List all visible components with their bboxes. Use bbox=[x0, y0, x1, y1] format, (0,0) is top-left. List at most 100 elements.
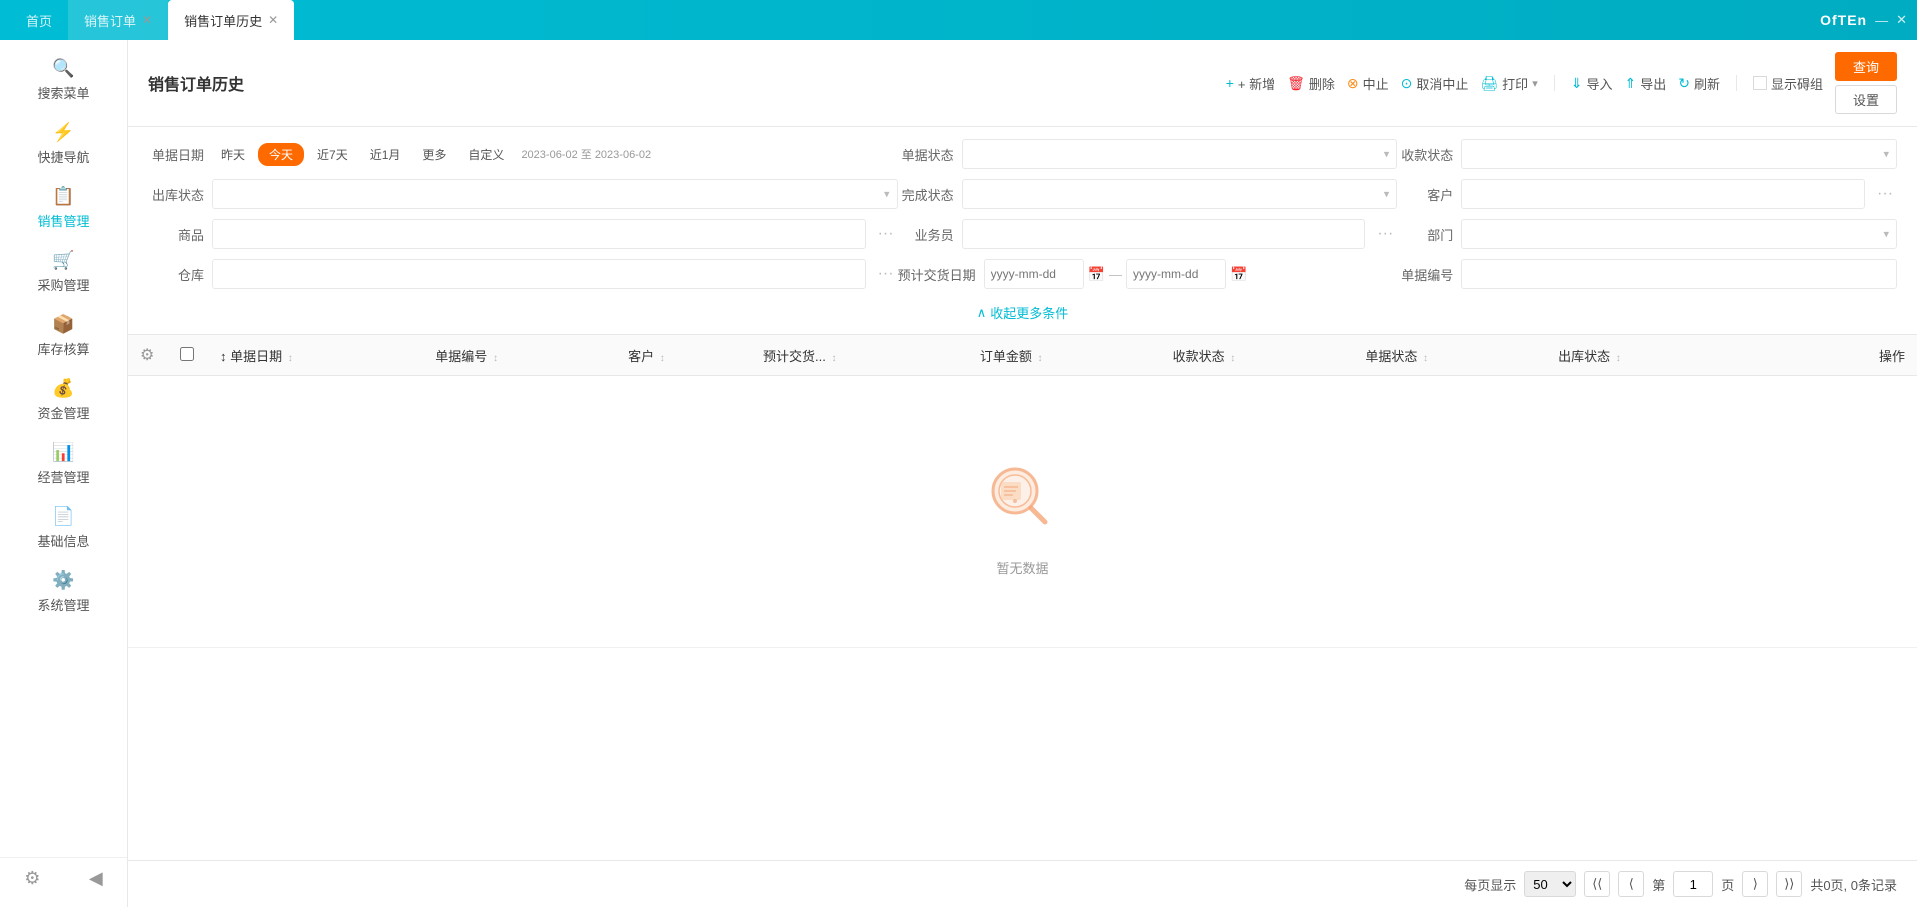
cancel-stop-icon: ⊙ bbox=[1401, 75, 1413, 92]
window-minimize[interactable]: — bbox=[1875, 13, 1888, 28]
table-settings-icon[interactable]: ⚙ bbox=[140, 347, 154, 364]
warehouse-status-label: 出库状态 bbox=[148, 185, 204, 204]
last-page-btn[interactable]: ⟩⟩ bbox=[1776, 871, 1802, 897]
sidebar-item-operation-mgmt[interactable]: 📊 经营管理 bbox=[0, 432, 127, 496]
per-page-select[interactable]: 50 10 20 100 bbox=[1524, 871, 1576, 897]
goods-ellipsis[interactable]: ··· bbox=[874, 225, 898, 243]
calendar-from-icon[interactable]: 📅 bbox=[1088, 266, 1105, 283]
delete-button[interactable]: 🗑 删除 bbox=[1287, 74, 1335, 93]
first-page-btn[interactable]: ⟨⟨ bbox=[1584, 871, 1610, 897]
date-tag-1month[interactable]: 近1月 bbox=[361, 143, 410, 166]
settings-button[interactable]: 设置 bbox=[1835, 85, 1897, 114]
select-all-checkbox[interactable] bbox=[180, 347, 194, 361]
capital-mgmt-icon: 💰 bbox=[52, 378, 74, 399]
customer-ellipsis[interactable]: ··· bbox=[1873, 185, 1897, 203]
window-close[interactable]: ✕ bbox=[1896, 12, 1907, 28]
date-tag-yesterday[interactable]: 昨天 bbox=[212, 143, 254, 166]
doc-status-sort: ↕ bbox=[1423, 353, 1428, 364]
sidebar-item-sales-mgmt[interactable]: 📋 销售管理 bbox=[0, 176, 127, 240]
department-select[interactable] bbox=[1461, 219, 1897, 249]
sidebar-item-capital-mgmt[interactable]: 💰 资金管理 bbox=[0, 368, 127, 432]
customer-sort: ↕ bbox=[660, 353, 665, 364]
filter-department: 部门 ▾ bbox=[1397, 219, 1897, 249]
filter-row-2: 出库状态 ▾ 完成状态 ▾ bbox=[148, 179, 1897, 209]
tab-sales-order[interactable]: 销售订单 ✕ bbox=[68, 0, 168, 40]
customer-input[interactable] bbox=[1461, 179, 1865, 209]
doc-status-label: 单据状态 bbox=[898, 145, 954, 164]
quick-nav-icon: ⚡ bbox=[52, 122, 74, 143]
sidebar-collapse-btn[interactable]: ◀ bbox=[89, 868, 103, 889]
data-table: ⚙ ↕ 单据日期 ↕ 单据编号 ↕ bbox=[128, 335, 1917, 648]
collapse-label: 收起更多条件 bbox=[990, 303, 1068, 322]
import-button[interactable]: ⇓ 导入 bbox=[1571, 74, 1613, 93]
receipt-status-select[interactable] bbox=[1461, 139, 1897, 169]
col-doc-status[interactable]: 单据状态 ↕ bbox=[1353, 335, 1546, 376]
col-receipt-status[interactable]: 收款状态 ↕ bbox=[1161, 335, 1354, 376]
calendar-to-icon[interactable]: 📅 bbox=[1230, 266, 1247, 283]
sidebar-item-system-mgmt[interactable]: ⚙️ 系统管理 bbox=[0, 560, 127, 624]
date-label: 单据日期 bbox=[148, 145, 204, 164]
col-doc-number[interactable]: 单据编号 ↕ bbox=[423, 335, 616, 376]
date-tag-more[interactable]: 更多 bbox=[413, 143, 455, 166]
tab-sales-order-history[interactable]: 销售订单历史 ✕ bbox=[168, 0, 294, 40]
expected-date-from[interactable] bbox=[984, 259, 1084, 289]
sidebar-bottom: ⚙ ◀ bbox=[0, 857, 127, 899]
collapse-button[interactable]: ∧ 收起更多条件 bbox=[148, 299, 1897, 326]
salesperson-input[interactable] bbox=[962, 219, 1366, 249]
purchase-mgmt-icon: 🛒 bbox=[52, 250, 74, 271]
col-operation: 操作 bbox=[1739, 335, 1917, 376]
new-button[interactable]: + + 新增 bbox=[1226, 74, 1275, 93]
sidebar-label-system-mgmt: 系统管理 bbox=[37, 595, 89, 614]
salesperson-ellipsis[interactable]: ··· bbox=[1373, 225, 1397, 243]
department-label: 部门 bbox=[1397, 225, 1453, 244]
sidebar: 🔍 搜索菜单 ⚡ 快捷导航 📋 销售管理 🛒 采购管理 📦 库存核算 💰 资金管… bbox=[0, 40, 128, 907]
date-tag-today[interactable]: 今天 bbox=[258, 143, 304, 166]
date-tag-custom[interactable]: 自定义 bbox=[459, 143, 513, 166]
warehouse-ellipsis[interactable]: ··· bbox=[874, 265, 898, 283]
page-input[interactable] bbox=[1673, 871, 1713, 897]
doc-number-input[interactable] bbox=[1461, 259, 1897, 289]
cancel-stop-button[interactable]: ⊙ 取消中止 bbox=[1401, 74, 1469, 93]
print-dropdown-icon: ▾ bbox=[1532, 77, 1538, 90]
doc-status-select[interactable] bbox=[962, 139, 1398, 169]
date-range-display: 2023-06-02 至 2023-06-02 bbox=[521, 146, 651, 162]
brand-name: OfTEn bbox=[1820, 12, 1867, 28]
expected-date-label: 预计交货日期 bbox=[898, 265, 976, 284]
col-customer[interactable]: 客户 ↕ bbox=[616, 335, 751, 376]
expected-date-to[interactable] bbox=[1126, 259, 1226, 289]
sidebar-item-purchase-mgmt[interactable]: 🛒 采购管理 bbox=[0, 240, 127, 304]
date-tag-7days[interactable]: 近7天 bbox=[308, 143, 357, 166]
refresh-button[interactable]: ↻ 刷新 bbox=[1678, 74, 1720, 93]
sidebar-settings-btn[interactable]: ⚙ bbox=[24, 868, 40, 889]
stop-button[interactable]: ⊗ 中止 bbox=[1347, 74, 1389, 93]
sidebar-item-basic-info[interactable]: 📄 基础信息 bbox=[0, 496, 127, 560]
col-doc-date[interactable]: ↕ 单据日期 ↕ bbox=[208, 335, 423, 376]
content-area: 销售订单历史 + + 新增 🗑 删除 ⊗ 中止 ⊙ 取消中止 bbox=[128, 40, 1917, 907]
sidebar-item-inventory[interactable]: 📦 库存核算 bbox=[0, 304, 127, 368]
display-cols-toggle[interactable]: 显示碍组 bbox=[1753, 74, 1823, 93]
chevron-up-icon: ∧ bbox=[977, 305, 987, 321]
prev-page-btn[interactable]: ⟨ bbox=[1618, 871, 1644, 897]
tab-close-sales-order[interactable]: ✕ bbox=[142, 13, 152, 27]
print-button[interactable]: 🖨 打印 ▾ bbox=[1480, 74, 1537, 93]
complete-status-select[interactable] bbox=[962, 179, 1398, 209]
col-order-amount[interactable]: 订单金额 ↕ bbox=[968, 335, 1161, 376]
tab-home[interactable]: 首页 bbox=[10, 0, 68, 40]
warehouse-status-select[interactable] bbox=[212, 179, 898, 209]
col-expected-delivery[interactable]: 预计交货... ↕ bbox=[751, 335, 968, 376]
sidebar-item-search-menu[interactable]: 🔍 搜索菜单 bbox=[0, 48, 127, 112]
stop-icon: ⊗ bbox=[1347, 75, 1359, 92]
warehouse-status-select-wrapper: ▾ bbox=[212, 179, 898, 209]
sidebar-item-quick-nav[interactable]: ⚡ 快捷导航 bbox=[0, 112, 127, 176]
goods-input[interactable] bbox=[212, 219, 866, 249]
export-button[interactable]: ⇑ 导出 bbox=[1624, 74, 1666, 93]
main-layout: 🔍 搜索菜单 ⚡ 快捷导航 📋 销售管理 🛒 采购管理 📦 库存核算 💰 资金管… bbox=[0, 40, 1917, 907]
warehouse-input[interactable] bbox=[212, 259, 866, 289]
next-page-btn[interactable]: ⟩ bbox=[1742, 871, 1768, 897]
display-cols-checkbox[interactable] bbox=[1753, 76, 1767, 90]
delete-icon: 🗑 bbox=[1287, 75, 1305, 92]
col-warehouse-status[interactable]: 出库状态 ↕ bbox=[1546, 335, 1739, 376]
plus-icon: + bbox=[1226, 75, 1234, 91]
query-button[interactable]: 查询 bbox=[1835, 52, 1897, 81]
tab-close-sales-order-history[interactable]: ✕ bbox=[268, 13, 278, 27]
